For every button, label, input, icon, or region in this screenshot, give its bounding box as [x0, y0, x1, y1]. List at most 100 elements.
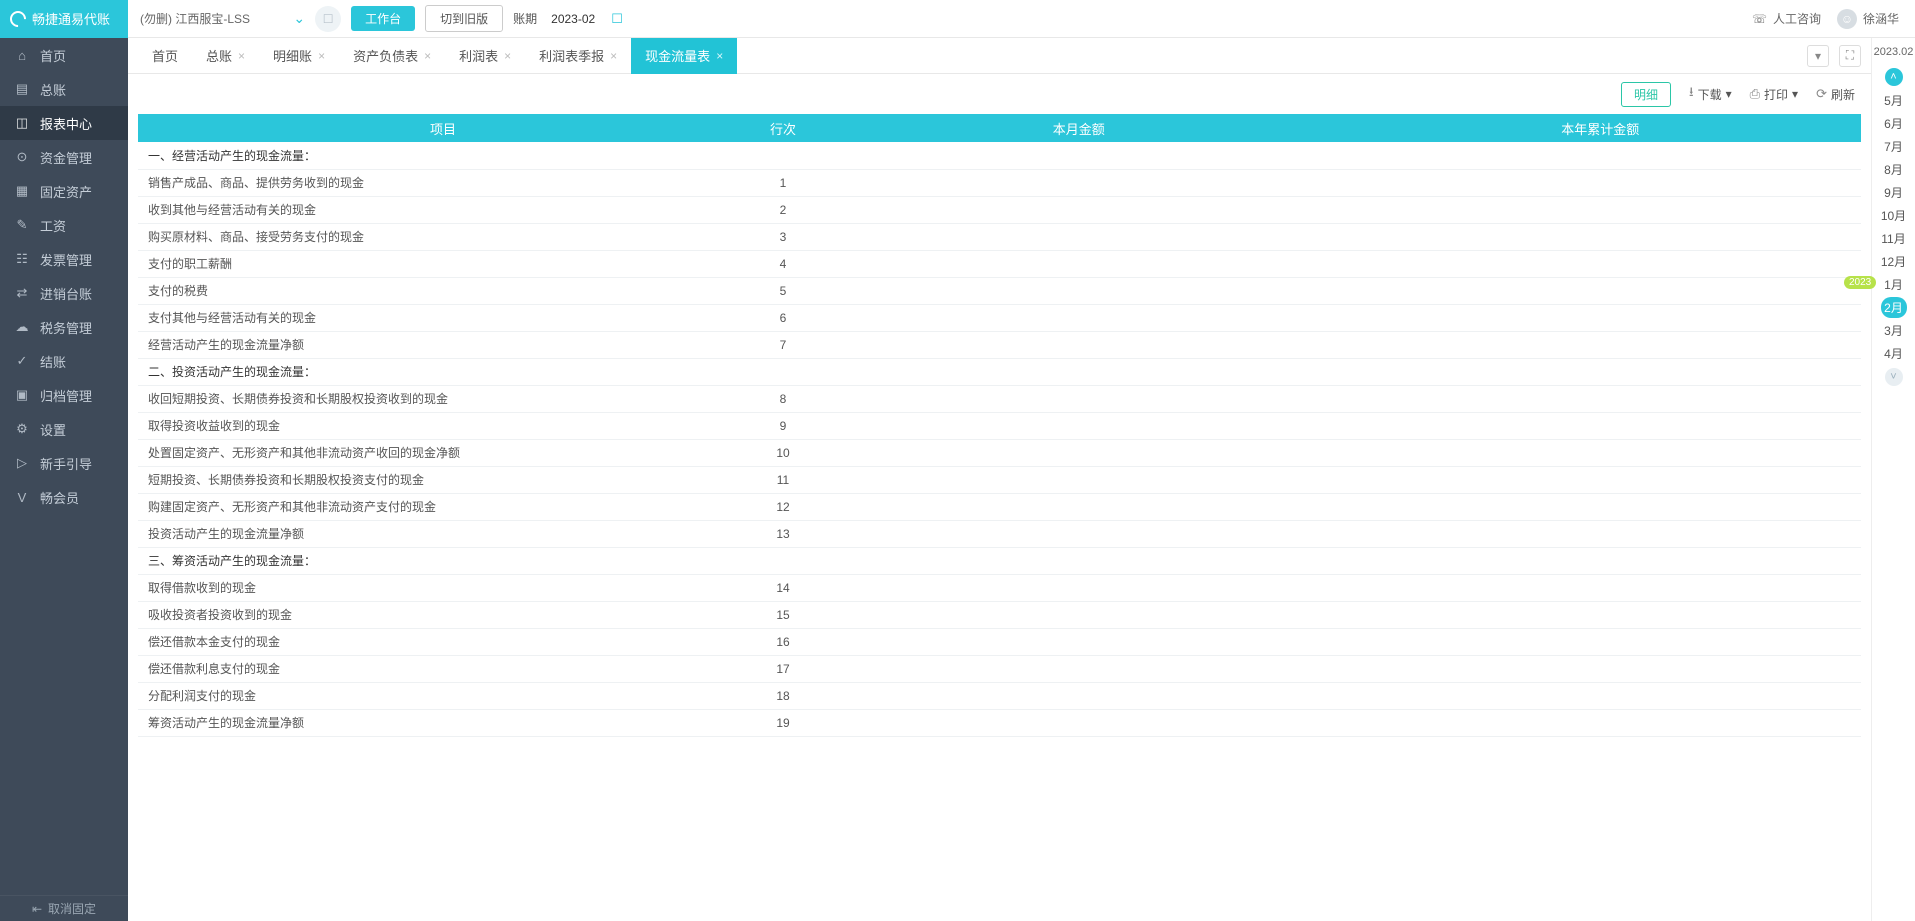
table-row: 投资活动产生的现金流量净额13	[138, 520, 1861, 547]
table-row: 分配利润支付的现金18	[138, 682, 1861, 709]
cell-year	[1340, 547, 1862, 574]
main: 首页总账×明细账×资产负债表×利润表×利润表季报× 现金流量表 × ▾ ⛶ 明细 ⭳…	[128, 38, 1915, 921]
cell-month	[818, 574, 1340, 601]
tab-6[interactable]: 现金流量表 ×	[631, 38, 737, 74]
tabs-more-button[interactable]: ▾	[1807, 45, 1829, 67]
cell-item: 筹资活动产生的现金流量净额	[138, 709, 748, 736]
sidebar-item-9[interactable]: ✓结账	[0, 344, 128, 378]
tab-5[interactable]: 利润表季报×	[525, 38, 631, 74]
period-month[interactable]: 7月	[1872, 136, 1915, 157]
tab-3[interactable]: 资产负债表×	[339, 38, 445, 74]
workbench-button[interactable]: 工作台	[351, 6, 415, 31]
col-item: 项目	[138, 114, 748, 142]
cell-item: 销售产成品、商品、提供劳务收到的现金	[138, 169, 748, 196]
sidebar-item-label: 归档管理	[40, 386, 92, 405]
close-icon[interactable]: ×	[238, 49, 245, 63]
cell-item: 投资活动产生的现金流量净额	[138, 520, 748, 547]
pin-icon: ⇤	[32, 902, 42, 916]
history-button[interactable]: ☐	[315, 6, 341, 32]
cell-year	[1340, 385, 1862, 412]
close-icon[interactable]: ×	[424, 49, 431, 63]
sidebar-unpin[interactable]: ⇤ 取消固定	[0, 895, 128, 921]
tab-4[interactable]: 利润表×	[445, 38, 525, 74]
sidebar-item-4[interactable]: ▦固定资产	[0, 174, 128, 208]
sidebar-icon: ✓	[14, 353, 30, 369]
cell-line: 10	[748, 439, 818, 466]
cell-month	[818, 412, 1340, 439]
download-button[interactable]: ⭳ 下载 ▾	[1689, 83, 1732, 105]
cell-year	[1340, 331, 1862, 358]
company-select[interactable]: (勿删) 江西服宝-LSS ⌄	[140, 10, 305, 27]
tab-label: 现金流量表	[645, 46, 710, 65]
close-icon[interactable]: ×	[318, 49, 325, 63]
cell-month	[818, 196, 1340, 223]
cell-line	[748, 142, 818, 169]
cell-item: 购建固定资产、无形资产和其他非流动资产支付的现金	[138, 493, 748, 520]
cell-line: 15	[748, 601, 818, 628]
sidebar-item-0[interactable]: ⌂首页	[0, 38, 128, 72]
cell-year	[1340, 520, 1862, 547]
fullscreen-button[interactable]: ⛶	[1839, 45, 1861, 67]
tab-2[interactable]: 明细账×	[259, 38, 339, 74]
period-month[interactable]: 2月	[1881, 297, 1907, 318]
period-month[interactable]: 3月	[1872, 320, 1915, 341]
cell-year	[1340, 601, 1862, 628]
sidebar-item-8[interactable]: ☁税务管理	[0, 310, 128, 344]
period-month[interactable]: 12月	[1872, 251, 1915, 272]
cell-item: 三、筹资活动产生的现金流量：	[138, 547, 748, 574]
sidebar-icon: ⚙	[14, 421, 30, 437]
sidebar-item-5[interactable]: ✎工资	[0, 208, 128, 242]
sidebar-item-6[interactable]: ☷发票管理	[0, 242, 128, 276]
detail-button[interactable]: 明细	[1621, 82, 1671, 107]
cell-year	[1340, 196, 1862, 223]
sidebar-item-10[interactable]: ▣归档管理	[0, 378, 128, 412]
cell-item: 吸收投资者投资收到的现金	[138, 601, 748, 628]
refresh-button[interactable]: ⟳ 刷新	[1816, 86, 1855, 103]
sidebar-item-1[interactable]: ▤总账	[0, 72, 128, 106]
cell-year	[1340, 628, 1862, 655]
close-icon[interactable]: ×	[504, 49, 511, 63]
refresh-icon: ⟳	[1816, 86, 1827, 102]
close-icon[interactable]: ×	[716, 49, 723, 63]
cell-item: 一、经营活动产生的现金流量：	[138, 142, 748, 169]
cell-item: 偿还借款本金支付的现金	[138, 628, 748, 655]
cell-month	[818, 547, 1340, 574]
top-left: (勿删) 江西服宝-LSS ⌄ ☐ 工作台 切到旧版 账期 2023-02 ☐	[128, 5, 1736, 32]
period-month[interactable]: 4月	[1872, 343, 1915, 364]
table-row: 二、投资活动产生的现金流量：	[138, 358, 1861, 385]
table-row: 销售产成品、商品、提供劳务收到的现金1	[138, 169, 1861, 196]
print-button[interactable]: ⎙ 打印 ▾	[1750, 86, 1798, 103]
period-value[interactable]: 2023-02	[551, 12, 595, 26]
tab-label: 首页	[152, 46, 178, 65]
period-month[interactable]: 8月	[1872, 159, 1915, 180]
sidebar-item-2[interactable]: ◫报表中心	[0, 106, 128, 140]
content: 首页总账×明细账×资产负债表×利润表×利润表季报× 现金流量表 × ▾ ⛶ 明细 ⭳…	[128, 38, 1871, 921]
table-header-row: 项目 行次 本月金额 本年累计金额	[138, 114, 1861, 142]
sidebar-item-7[interactable]: ⇄进销台账	[0, 276, 128, 310]
period-month[interactable]: 1月2023	[1872, 274, 1915, 295]
tab-1[interactable]: 总账×	[192, 38, 259, 74]
period-month[interactable]: 10月	[1872, 205, 1915, 226]
sidebar-item-11[interactable]: ⚙设置	[0, 412, 128, 446]
period-up-button[interactable]: ˄	[1885, 68, 1903, 86]
sidebar-item-13[interactable]: V畅会员	[0, 480, 128, 514]
period-month[interactable]: 9月	[1872, 182, 1915, 203]
user-menu[interactable]: ☺ 徐涵华	[1837, 9, 1899, 29]
report-table-wrap[interactable]: 项目 行次 本月金额 本年累计金额 一、经营活动产生的现金流量：销售产成品、商品…	[128, 114, 1871, 921]
cell-item: 支付其他与经营活动有关的现金	[138, 304, 748, 331]
period-down-button[interactable]: ˅	[1885, 368, 1903, 386]
calendar-icon[interactable]: ☐	[611, 11, 623, 27]
period-month[interactable]: 11月	[1872, 228, 1915, 249]
sidebar-item-label: 总账	[40, 80, 66, 99]
cell-item: 收回短期投资、长期债券投资和长期股权投资收到的现金	[138, 385, 748, 412]
tab-0[interactable]: 首页	[138, 38, 192, 74]
switch-old-button[interactable]: 切到旧版	[425, 5, 503, 32]
sidebar-item-12[interactable]: ▷新手引导	[0, 446, 128, 480]
clipboard-icon: ☐	[323, 12, 334, 26]
cell-line: 13	[748, 520, 818, 547]
sidebar-item-3[interactable]: ⊙资金管理	[0, 140, 128, 174]
consult-link[interactable]: ☏ 人工咨询	[1752, 10, 1821, 27]
period-month[interactable]: 6月	[1872, 113, 1915, 134]
close-icon[interactable]: ×	[610, 49, 617, 63]
period-month[interactable]: 5月	[1872, 90, 1915, 111]
